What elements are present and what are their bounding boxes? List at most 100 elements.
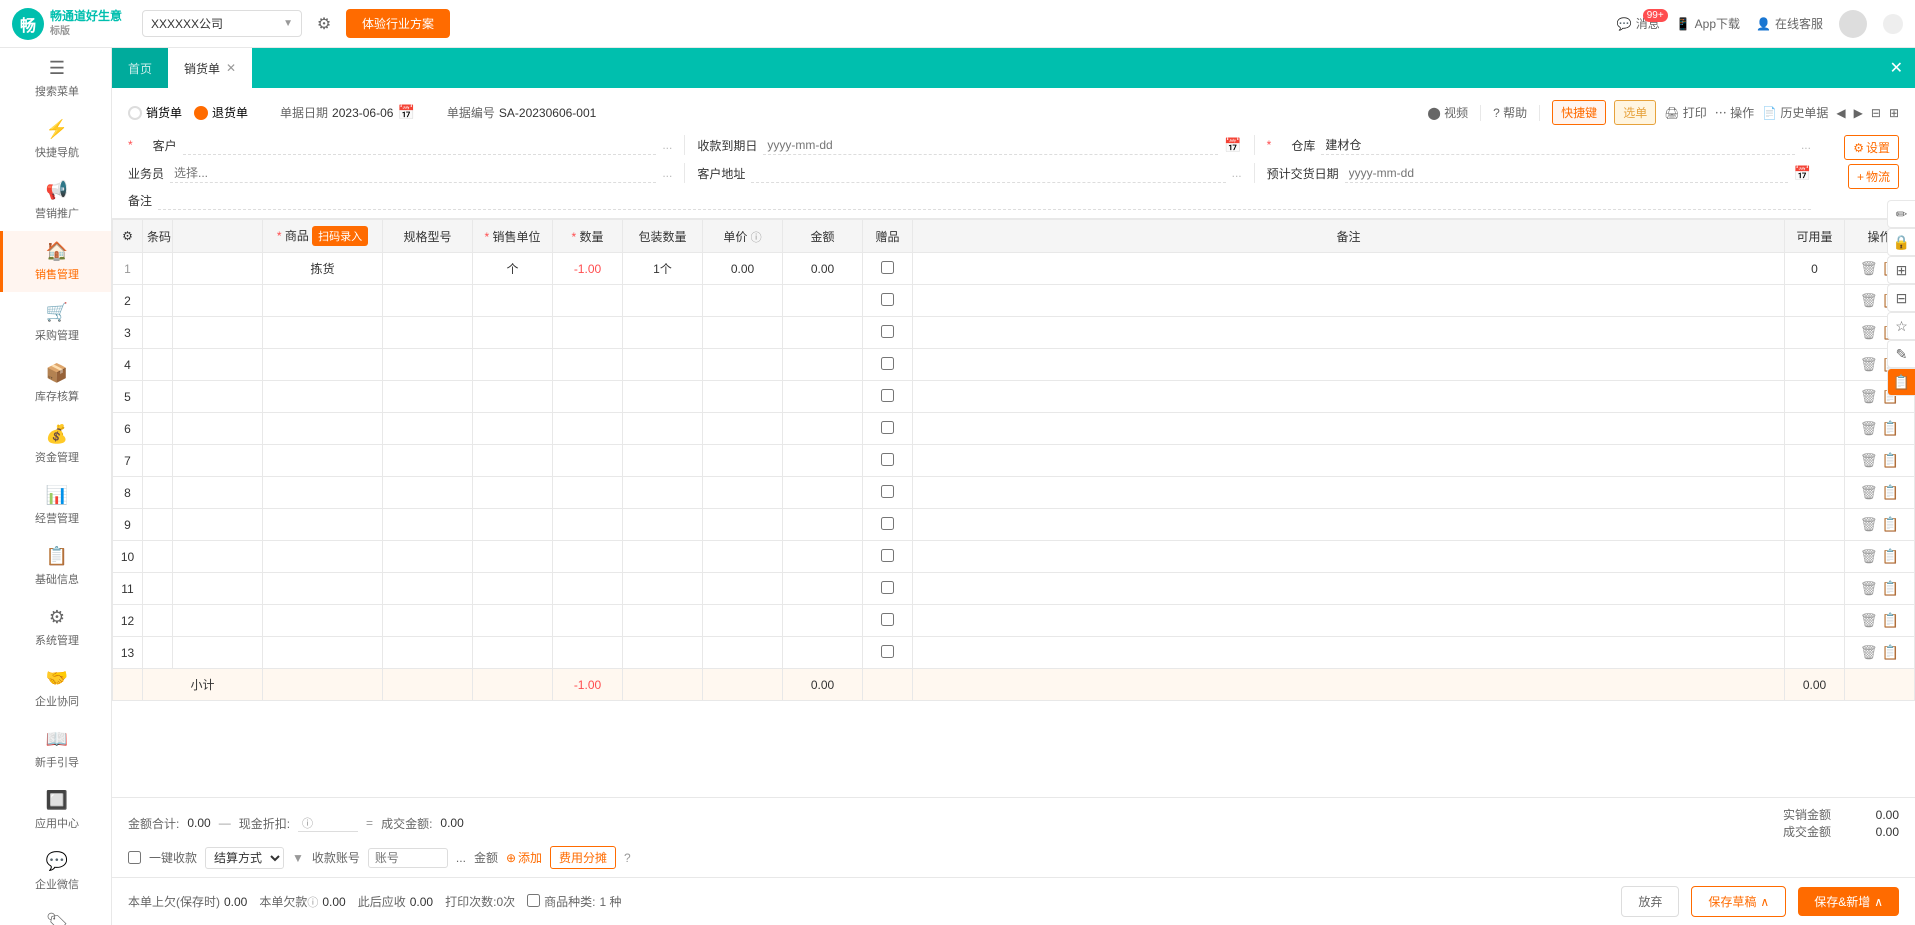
online-service-button[interactable]: 👤 在线客服: [1756, 15, 1823, 32]
fenyong-button[interactable]: 费用分摊: [550, 846, 616, 869]
row-unit[interactable]: 个: [473, 253, 553, 285]
delete-icon[interactable]: 🗑: [1860, 612, 1878, 629]
row-barcode-extra[interactable]: [173, 253, 263, 285]
delete-icon[interactable]: 🗑: [1860, 516, 1878, 533]
note-input[interactable]: [158, 191, 1811, 210]
warehouse-input[interactable]: [1321, 136, 1795, 155]
delete-icon[interactable]: 🗑: [1860, 484, 1878, 501]
tab-close-icon[interactable]: ✕: [226, 61, 236, 75]
list-view-icon[interactable]: ⊞: [1889, 106, 1899, 120]
settings-gear-button[interactable]: ⚙: [310, 10, 338, 38]
shortcut-btn[interactable]: 快捷键: [1552, 100, 1606, 125]
settings-button[interactable]: ⚙ 设置: [1844, 135, 1899, 160]
float-pencil-btn[interactable]: ✎: [1887, 340, 1915, 368]
operation-link[interactable]: ⋯ 操作: [1715, 104, 1754, 121]
sidebar-item-member[interactable]: 🏷 畅会员: [0, 902, 111, 925]
delete-icon[interactable]: 🗑: [1860, 580, 1878, 597]
customer-more-icon[interactable]: ...: [662, 138, 672, 152]
delete-icon[interactable]: 🗑: [1860, 292, 1878, 309]
customer-input[interactable]: [183, 136, 657, 155]
row-qty[interactable]: -1.00: [553, 253, 623, 285]
notification-button[interactable]: 💬 消息 99+: [1617, 15, 1660, 32]
expected-date-calendar-icon[interactable]: 📅: [1794, 165, 1811, 182]
sidebar-item-wechat[interactable]: 💬 企业微信: [0, 841, 111, 902]
sidebar-item-operations[interactable]: 📊 经营管理: [0, 475, 111, 536]
salesperson-more-icon[interactable]: ...: [662, 166, 672, 180]
row-amount[interactable]: 0.00: [783, 253, 863, 285]
due-date-input[interactable]: [763, 136, 1218, 155]
radio-sales-order[interactable]: 销货单: [128, 104, 182, 121]
delete-icon[interactable]: 🗑: [1860, 324, 1878, 341]
video-link[interactable]: ⬤ 视频: [1427, 104, 1468, 121]
copy-icon[interactable]: 📋: [1882, 548, 1899, 565]
sidebar-item-guide[interactable]: 📖 新手引导: [0, 719, 111, 780]
copy-icon[interactable]: 📋: [1882, 580, 1899, 597]
sidebar-item-quick-nav[interactable]: ⚡ 快捷导航: [0, 109, 111, 170]
user-avatar[interactable]: [1839, 10, 1867, 38]
sidebar-item-search[interactable]: ☰ 搜索菜单: [0, 48, 111, 109]
float-lock-btn[interactable]: 🔒: [1887, 228, 1915, 256]
select-btn[interactable]: 选单: [1614, 100, 1656, 125]
prev-icon[interactable]: ◀: [1836, 106, 1845, 120]
sidebar-item-sales[interactable]: 🏠 销售管理: [0, 231, 111, 292]
sidebar-item-appstore[interactable]: 🔲 应用中心: [0, 780, 111, 841]
save-draft-button[interactable]: 保存草稿 ∧: [1691, 886, 1786, 917]
next-icon[interactable]: ▶: [1854, 106, 1863, 120]
payment-method-select[interactable]: 结算方式: [205, 847, 284, 869]
tab-bar-close-icon[interactable]: ✕: [1878, 58, 1915, 78]
row-product[interactable]: 拣货: [263, 253, 383, 285]
customer-address-input[interactable]: [751, 164, 1225, 183]
add-payment-button[interactable]: ⊕ 添加: [506, 849, 542, 866]
th-settings[interactable]: ⚙: [113, 220, 143, 253]
sidebar-item-purchase[interactable]: 🛒 采购管理: [0, 292, 111, 353]
user-status[interactable]: [1883, 14, 1903, 34]
company-selector[interactable]: XXXXXX公司 ▼: [142, 10, 302, 37]
date-calendar-icon[interactable]: 📅: [397, 104, 414, 121]
delete-icon[interactable]: 🗑: [1860, 548, 1878, 565]
print-link[interactable]: 🖨 打印: [1664, 104, 1707, 121]
copy-icon[interactable]: 📋: [1882, 612, 1899, 629]
warehouse-more-icon[interactable]: ...: [1801, 138, 1811, 152]
logistics-button[interactable]: + 物流: [1848, 164, 1899, 189]
app-download-button[interactable]: 📱 App下载: [1676, 15, 1740, 32]
delete-icon[interactable]: 🗑: [1860, 260, 1878, 277]
sidebar-item-enterprise[interactable]: 🤝 企业协同: [0, 658, 111, 719]
copy-icon[interactable]: 📋: [1882, 516, 1899, 533]
copy-icon[interactable]: 📋: [1882, 484, 1899, 501]
history-link[interactable]: 📄 历史单据: [1762, 104, 1828, 121]
row-note[interactable]: [913, 253, 1785, 285]
one-click-pay-checkbox[interactable]: [128, 851, 141, 864]
float-orange-btn[interactable]: 📋: [1887, 368, 1915, 396]
salesperson-input[interactable]: [170, 164, 656, 183]
tab-sales-order[interactable]: 销货单 ✕: [168, 48, 252, 88]
sidebar-item-finance[interactable]: 💰 资金管理: [0, 414, 111, 475]
expected-date-input[interactable]: [1345, 164, 1788, 183]
product-kind-checkbox[interactable]: [527, 894, 540, 910]
float-edit-btn[interactable]: ✏: [1887, 200, 1915, 228]
float-star-btn[interactable]: ☆: [1887, 312, 1915, 340]
copy-icon[interactable]: 📋: [1882, 452, 1899, 469]
trial-button[interactable]: 体验行业方案: [346, 9, 450, 38]
row-gift[interactable]: [863, 253, 913, 285]
address-more-icon[interactable]: ...: [1232, 166, 1242, 180]
row-spec[interactable]: [383, 253, 473, 285]
radio-return-order[interactable]: 退货单: [194, 104, 248, 121]
delete-icon[interactable]: 🗑: [1860, 452, 1878, 469]
sidebar-item-marketing[interactable]: 📢 营销推广: [0, 170, 111, 231]
discard-button[interactable]: 放弃: [1621, 886, 1679, 917]
discount-value[interactable]: ⓘ: [298, 815, 358, 832]
sidebar-item-inventory[interactable]: 📦 库存核算: [0, 353, 111, 414]
sidebar-item-basics[interactable]: 📋 基础信息: [0, 536, 111, 597]
scan-button[interactable]: 扫码录入: [312, 226, 368, 246]
row-pkg-qty[interactable]: 1个: [623, 253, 703, 285]
copy-icon[interactable]: 📋: [1882, 420, 1899, 437]
sidebar-item-system[interactable]: ⚙ 系统管理: [0, 597, 111, 658]
delete-icon[interactable]: 🗑: [1860, 388, 1878, 405]
delete-icon[interactable]: 🗑: [1860, 356, 1878, 373]
tab-home[interactable]: 首页: [112, 48, 168, 88]
save-new-button[interactable]: 保存&新增 ∧: [1798, 887, 1899, 916]
float-expand-btn[interactable]: ⊞: [1887, 256, 1915, 284]
delete-icon[interactable]: 🗑: [1860, 644, 1878, 661]
account-input[interactable]: [368, 848, 448, 868]
delete-icon[interactable]: 🗑: [1860, 420, 1878, 437]
